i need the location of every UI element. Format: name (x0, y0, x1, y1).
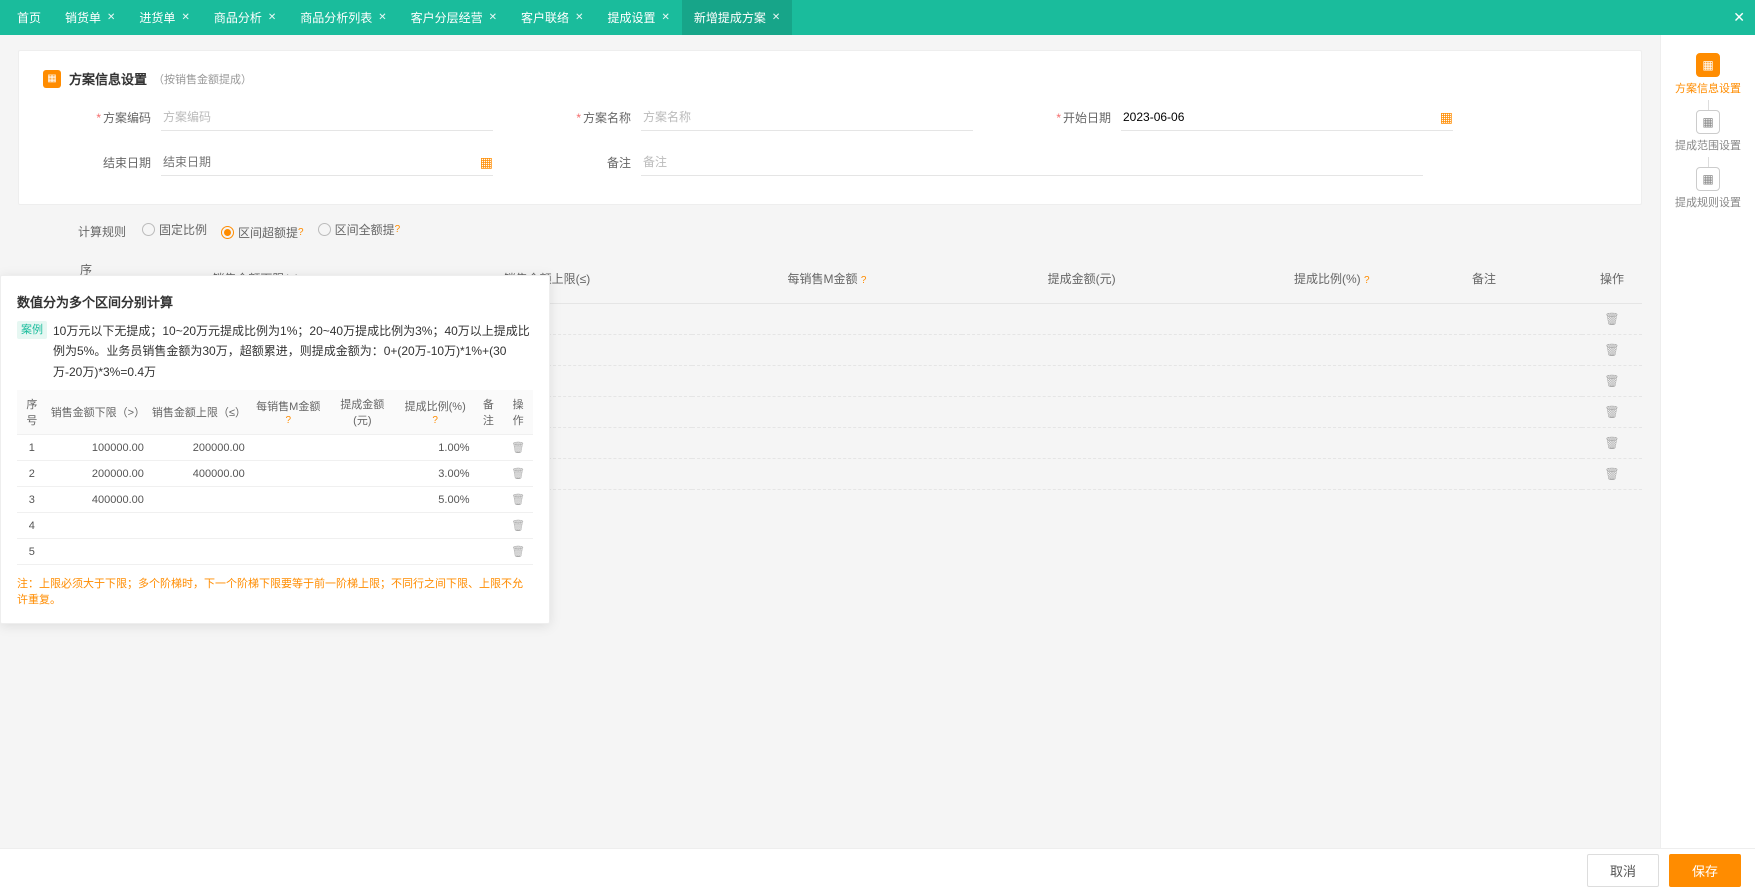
delete-icon[interactable]: 🗑 (511, 442, 525, 454)
top-tab-bar: 首页销货单✕进货单✕商品分析✕商品分析列表✕客户分层经营✕客户联络✕提成设置✕新… (0, 0, 1755, 35)
th-col: 提成金额(元) (328, 390, 397, 435)
tab-进货单[interactable]: 进货单✕ (127, 0, 201, 35)
th-col: 每销售M金额 ? (249, 390, 328, 435)
cancel-button[interactable]: 取消 (1587, 854, 1659, 887)
tab-新增提成方案[interactable]: 新增提成方案✕ (682, 0, 792, 35)
example-tooltip: 数值分为多个区间分别计算 案例 10万元以下无提成；10~20万元提成比例为1%… (0, 275, 550, 624)
close-icon[interactable]: ✕ (268, 12, 276, 23)
help-icon[interactable]: ? (432, 415, 438, 426)
field-plan-code: *方案编码 (73, 104, 493, 131)
delete-icon[interactable]: 🗑 (1604, 343, 1619, 357)
table-row: 5🗑 (17, 539, 533, 565)
th-col: 销售金额上限（≤） (148, 390, 249, 435)
th-col: 序号 (17, 390, 47, 435)
tooltip-note: 注：上限必须大于下限；多个阶梯时，下一个阶梯下限要等于前一阶梯上限；不同行之间下… (17, 575, 533, 607)
th-col: 操作 (1582, 253, 1642, 304)
end-date-input[interactable] (161, 149, 480, 175)
help-icon[interactable]: ? (298, 227, 304, 238)
close-icon[interactable]: ✕ (772, 12, 780, 23)
tooltip-title: 数值分为多个区间分别计算 (17, 292, 533, 311)
delete-icon[interactable]: 🗑 (1604, 405, 1619, 419)
delete-icon[interactable]: 🗑 (1604, 312, 1619, 326)
example-text: 10万元以下无提成；10~20万元提成比例为1%；20~40万提成比例为3%；4… (53, 321, 533, 382)
calendar-icon[interactable]: ▦ (1440, 109, 1453, 126)
delete-icon[interactable]: 🗑 (511, 520, 525, 532)
radio-区间全额提[interactable]: 区间全额提 ? (318, 221, 401, 238)
delete-icon[interactable]: 🗑 (511, 546, 525, 558)
close-icon[interactable]: ✕ (181, 12, 189, 23)
tab-客户分层经营[interactable]: 客户分层经营✕ (399, 0, 509, 35)
plan-name-input[interactable] (641, 104, 973, 131)
example-table: 序号销售金额下限（>）销售金额上限（≤）每销售M金额 ?提成金额(元)提成比例(… (17, 390, 533, 565)
nav-step-1[interactable]: ▦提成范围设置 (1675, 110, 1741, 153)
step-icon: ▦ (1696, 167, 1720, 191)
table-row: 1100000.00200000.001.00%🗑 (17, 435, 533, 461)
delete-icon[interactable]: 🗑 (511, 494, 525, 506)
tab-客户联络[interactable]: 客户联络✕ (509, 0, 595, 35)
remark-input[interactable] (641, 149, 1423, 176)
th-col: 备注 (474, 390, 504, 435)
tab-提成设置[interactable]: 提成设置✕ (595, 0, 681, 35)
card-icon: ▦ (43, 70, 61, 88)
radio-固定比例[interactable]: 固定比例 (142, 221, 207, 238)
delete-icon[interactable]: 🗑 (1604, 374, 1619, 388)
table-row: 2200000.00400000.003.00%🗑 (17, 461, 533, 487)
field-remark: 备注 (553, 149, 1423, 176)
right-step-nav: ▦方案信息设置 ▦提成范围设置 ▦提成规则设置 (1660, 35, 1755, 848)
th-col: 操作 (503, 390, 533, 435)
help-icon[interactable]: ? (285, 415, 291, 426)
footer-bar: 取消 保存 (0, 848, 1755, 892)
plan-info-card: ▦ 方案信息设置 （按销售金额提成） *方案编码 *方案名称 *开始日期 (18, 50, 1642, 205)
delete-icon[interactable]: 🗑 (1604, 467, 1619, 481)
delete-icon[interactable]: 🗑 (511, 468, 525, 480)
close-all-icon[interactable]: ✕ (1733, 9, 1745, 26)
help-icon[interactable]: ? (395, 224, 401, 235)
tab-首页[interactable]: 首页 (5, 0, 53, 35)
tab-商品分析[interactable]: 商品分析✕ (202, 0, 288, 35)
table-row: 4🗑 (17, 513, 533, 539)
close-icon[interactable]: ✕ (489, 12, 497, 23)
example-tag: 案例 (17, 321, 47, 339)
th-col: 备注 (1462, 253, 1582, 304)
th-col: 销售金额下限（>） (47, 390, 148, 435)
tab-销货单[interactable]: 销货单✕ (53, 0, 127, 35)
radio-区间超额提[interactable]: 区间超额提 ? (221, 224, 304, 241)
th-col: 提成比例(%) ? (397, 390, 474, 435)
delete-icon[interactable]: 🗑 (1604, 436, 1619, 450)
calc-rule-row: 计算规则 固定比例区间超额提 ? 区间全额提 ? (78, 221, 1642, 241)
field-start-date: *开始日期 ▦ (1033, 104, 1453, 131)
field-plan-name: *方案名称 (553, 104, 973, 131)
help-icon[interactable]: ? (1364, 275, 1370, 286)
table-row: 3400000.005.00%🗑 (17, 487, 533, 513)
close-icon[interactable]: ✕ (378, 12, 386, 23)
calc-rule-label: 计算规则 (78, 223, 126, 240)
nav-step-2[interactable]: ▦提成规则设置 (1675, 167, 1741, 210)
step-icon: ▦ (1696, 110, 1720, 134)
th-col: 每销售M金额 ? (692, 253, 962, 304)
card-subtitle: （按销售金额提成） (153, 71, 252, 87)
save-button[interactable]: 保存 (1669, 854, 1741, 887)
start-date-input[interactable] (1121, 104, 1440, 130)
close-icon[interactable]: ✕ (661, 12, 669, 23)
th-col: 提成金额(元) (962, 253, 1202, 304)
close-icon[interactable]: ✕ (575, 12, 583, 23)
tab-商品分析列表[interactable]: 商品分析列表✕ (288, 0, 398, 35)
field-end-date: 结束日期 ▦ (73, 149, 493, 176)
plan-code-input[interactable] (161, 104, 493, 131)
th-col: 提成比例(%) ? (1202, 253, 1462, 304)
help-icon[interactable]: ? (861, 275, 867, 286)
card-title: 方案信息设置 (69, 69, 147, 88)
nav-step-0[interactable]: ▦方案信息设置 (1675, 53, 1741, 96)
calendar-icon[interactable]: ▦ (480, 154, 493, 171)
close-icon[interactable]: ✕ (107, 12, 115, 23)
step-icon: ▦ (1696, 53, 1720, 77)
